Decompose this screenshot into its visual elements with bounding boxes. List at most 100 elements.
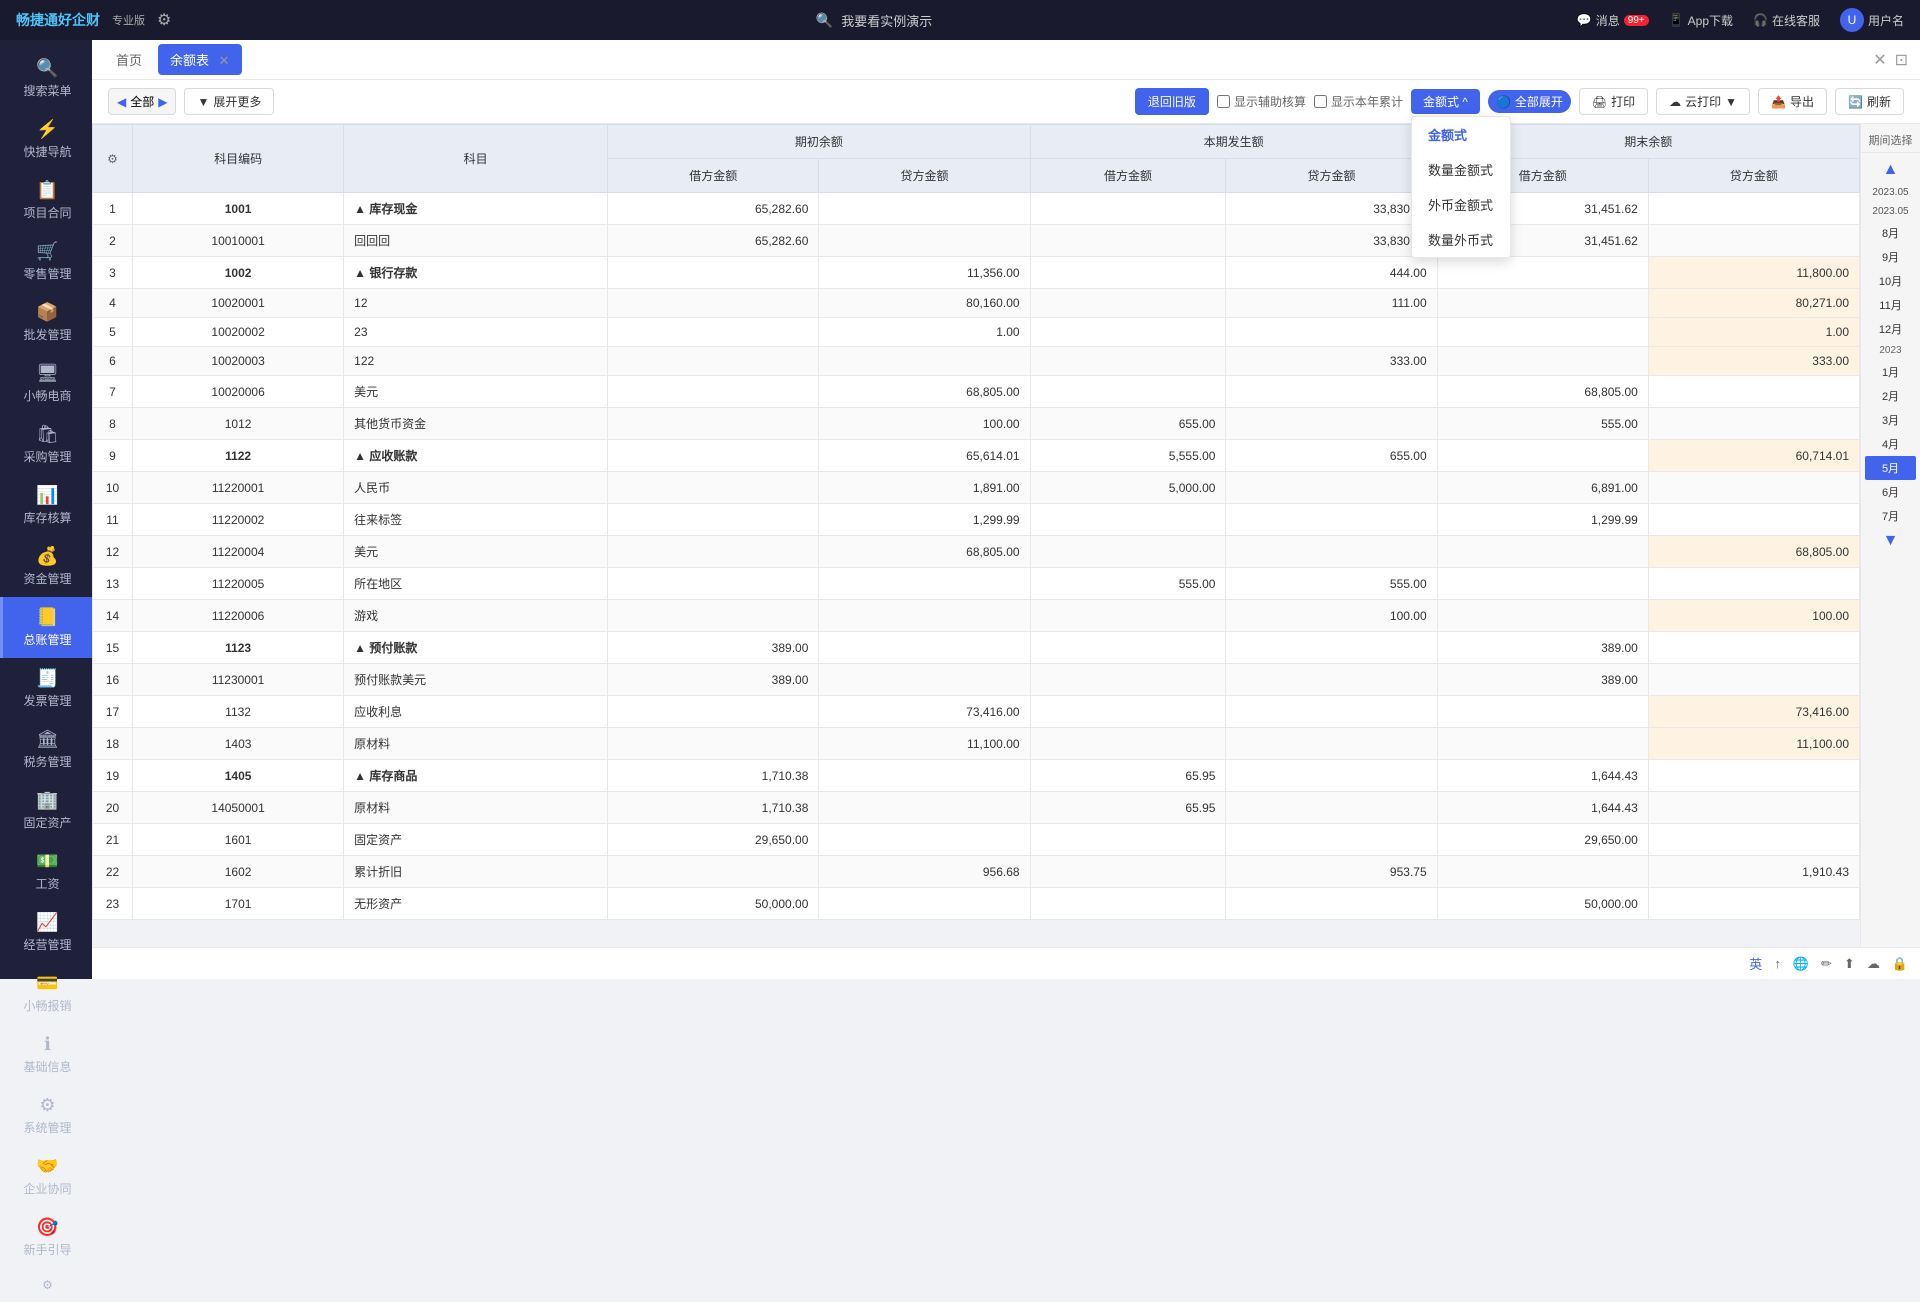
sidebar-item-retail[interactable]: 🛒 零售管理 (0, 231, 92, 292)
format-option-4[interactable]: 数量外币式 (1412, 222, 1510, 257)
sidebar-item-project[interactable]: 📋 项目合同 (0, 170, 92, 231)
sidebar-item-ecommerce[interactable]: 🖥 小畅电商 (0, 353, 92, 414)
table-row[interactable]: 510020002231.001.00 (93, 318, 1860, 347)
month-aug[interactable]: 8月 (1861, 221, 1920, 245)
sidebar-item-purchase[interactable]: 🛍 采购管理 (0, 414, 92, 475)
table-row[interactable]: 91122▲ 应收账款65,614.015,555.00655.0060,714… (93, 440, 1860, 472)
window-close-btn[interactable]: ✕ (1873, 50, 1886, 70)
table-row[interactable]: 1111220002往来标签1,299.991,299.99 (93, 504, 1860, 536)
period-up-btn[interactable]: ▲ (1861, 157, 1920, 183)
sidebar-item-collab[interactable]: 🤝 企业协同 (0, 1146, 92, 1207)
table-row[interactable]: 2014050001原材料1,710.3865.951,644.43 (93, 792, 1860, 824)
up-btn[interactable]: ↑ (1774, 956, 1781, 971)
format-option-1[interactable]: 金额式 (1412, 117, 1510, 152)
month-dec[interactable]: 12月 (1861, 317, 1920, 341)
tab-home[interactable]: 首页 (104, 44, 154, 75)
account-name[interactable]: 回回回 (344, 225, 608, 257)
show-aux-checkbox[interactable]: 显示辅助核算 (1217, 93, 1306, 110)
month-feb[interactable]: 2月 (1861, 384, 1920, 408)
tab-balance[interactable]: 余额表 ✕ (158, 44, 242, 75)
sidebar-settings-btn[interactable]: ⚙ (35, 1268, 57, 1302)
sidebar-item-finance[interactable]: 💰 资金管理 (0, 536, 92, 597)
sidebar-item-management[interactable]: 📈 经营管理 (0, 902, 92, 963)
table-row[interactable]: 231701无形资产50,000.0050,000.00 (93, 888, 1860, 920)
nav-forward-btn[interactable]: ▶ (158, 95, 167, 109)
table-row[interactable]: 1411220006游戏100.00100.00 (93, 600, 1860, 632)
sidebar-item-search[interactable]: 🔍 搜索菜单 (0, 48, 92, 109)
table-row[interactable]: 81012其他货币资金100.00655.00555.00 (93, 408, 1860, 440)
table-row[interactable]: 4100200011280,160.00111.0080,271.00 (93, 289, 1860, 318)
sidebar-item-salary[interactable]: 💵 工资 (0, 841, 92, 902)
table-row[interactable]: 31002▲ 银行存款11,356.00444.0011,800.00 (93, 257, 1860, 289)
table-row[interactable]: 191405▲ 库存商品1,710.3865.951,644.43 (93, 760, 1860, 792)
table-settings-icon[interactable]: ⚙ (107, 152, 118, 166)
period-start[interactable]: 2023.05 (1861, 183, 1920, 202)
month-sep[interactable]: 9月 (1861, 245, 1920, 269)
sidebar-item-system[interactable]: ⚙ 系统管理 (0, 1085, 92, 1146)
month-nov[interactable]: 11月 (1861, 293, 1920, 317)
globe-icon[interactable]: 🌐 (1793, 956, 1809, 972)
table-row[interactable]: 210010001回回回65,282.6033,830.9831,451.62 (93, 225, 1860, 257)
cloud-print-btn[interactable]: ☁ 云打印 ▼ (1656, 88, 1750, 115)
table-row[interactable]: 221602累计折旧956.68953.751,910.43 (93, 856, 1860, 888)
demo-text[interactable]: 我要看实例演示 (841, 11, 932, 30)
message-btn[interactable]: 💬 消息 99+ (1577, 12, 1649, 29)
sidebar-item-ledger[interactable]: 📒 总账管理 (0, 597, 92, 658)
sidebar-item-tax[interactable]: 🏛 税务管理 (0, 719, 92, 780)
table-row[interactable]: 710020006美元68,805.0068,805.00 (93, 376, 1860, 408)
table-row[interactable]: 11001▲ 库存现金65,282.6033,830.9831,451.62 (93, 193, 1860, 225)
settings-icon[interactable]: ⚙ (157, 10, 171, 30)
month-oct[interactable]: 10月 (1861, 269, 1920, 293)
account-name[interactable]: 12 (344, 289, 608, 318)
table-container[interactable]: ⚙ 科目编码 科目 期初余额 本期发生额 期末余额 借方金额 贷方金额 借方金额 (92, 124, 1860, 947)
service-btn[interactable]: 🎧 在线客服 (1753, 12, 1820, 29)
table-row[interactable]: 1211220004美元68,805.0068,805.00 (93, 536, 1860, 568)
account-name[interactable]: 122 (344, 347, 608, 376)
table-row[interactable]: 1311220005所在地区555.00555.00 (93, 568, 1860, 600)
format-option-3[interactable]: 外币金额式 (1412, 187, 1510, 222)
lang-btn[interactable]: 英 (1749, 954, 1762, 973)
lock-icon[interactable]: 🔒 (1892, 956, 1908, 972)
tab-close-btn[interactable]: ✕ (219, 53, 230, 68)
show-ytd-checkbox[interactable]: 显示本年累计 (1314, 93, 1403, 110)
month-apr[interactable]: 4月 (1861, 432, 1920, 456)
table-row[interactable]: 211601固定资产29,650.0029,650.00 (93, 824, 1860, 856)
period-end[interactable]: 2023.05 (1861, 202, 1920, 221)
expand-more-btn[interactable]: ▼ 展开更多 (184, 88, 274, 115)
format-option-2[interactable]: 数量金额式 (1412, 152, 1510, 187)
sidebar-item-quicknav[interactable]: ⚡ 快捷导航 (0, 109, 92, 170)
sidebar-item-invoice[interactable]: 🧾 发票管理 (0, 658, 92, 719)
edit-icon[interactable]: ✏ (1821, 956, 1832, 972)
table-row[interactable]: 151123▲ 预付账款389.00389.00 (93, 632, 1860, 664)
user-avatar[interactable]: U 用户名 (1840, 8, 1904, 32)
print-btn[interactable]: 🖨 打印 (1579, 88, 1648, 115)
back-old-version-btn[interactable]: 退回旧版 (1135, 88, 1209, 115)
download-btn[interactable]: 📱 App下载 (1669, 12, 1733, 29)
sidebar-item-wholesale[interactable]: 📦 批发管理 (0, 292, 92, 353)
nav-back-btn[interactable]: ◀ (117, 95, 126, 109)
month-mar[interactable]: 3月 (1861, 408, 1920, 432)
window-restore-btn[interactable]: ⊡ (1895, 50, 1908, 70)
month-jun[interactable]: 6月 (1861, 480, 1920, 504)
sidebar-item-expense[interactable]: 💳 小畅报销 (0, 963, 92, 1024)
account-name[interactable]: 其他货币资金 (344, 408, 608, 440)
table-row[interactable]: 171132应收利息73,416.0073,416.00 (93, 696, 1860, 728)
export-btn[interactable]: 📤 导出 (1758, 88, 1827, 115)
month-may[interactable]: 5月 (1865, 456, 1916, 480)
month-jul[interactable]: 7月 (1861, 504, 1920, 528)
cloud-icon[interactable]: ☁ (1867, 956, 1880, 972)
table-row[interactable]: 1011220001人民币1,891.005,000.006,891.00 (93, 472, 1860, 504)
table-row[interactable]: 610020003122333.00333.00 (93, 347, 1860, 376)
table-row[interactable]: 1611230001预付账款美元389.00389.00 (93, 664, 1860, 696)
sidebar-item-assets[interactable]: 🏢 固定资产 (0, 780, 92, 841)
period-down-btn[interactable]: ▼ (1861, 528, 1920, 554)
sidebar-item-basic[interactable]: ℹ 基础信息 (0, 1024, 92, 1085)
sidebar-item-guide[interactable]: 🎯 新手引导 (0, 1207, 92, 1268)
sidebar-item-inventory[interactable]: 📊 库存核算 (0, 475, 92, 536)
upload-icon[interactable]: ⬆ (1844, 956, 1855, 972)
refresh-btn[interactable]: 🔄 刷新 (1835, 88, 1904, 115)
format-dropdown-btn[interactable]: 金额式 ^ (1411, 89, 1480, 114)
month-jan[interactable]: 1月 (1861, 360, 1920, 384)
account-name[interactable]: 23 (344, 318, 608, 347)
expand-all-toggle[interactable]: 🔵 全部展开 (1488, 90, 1571, 113)
